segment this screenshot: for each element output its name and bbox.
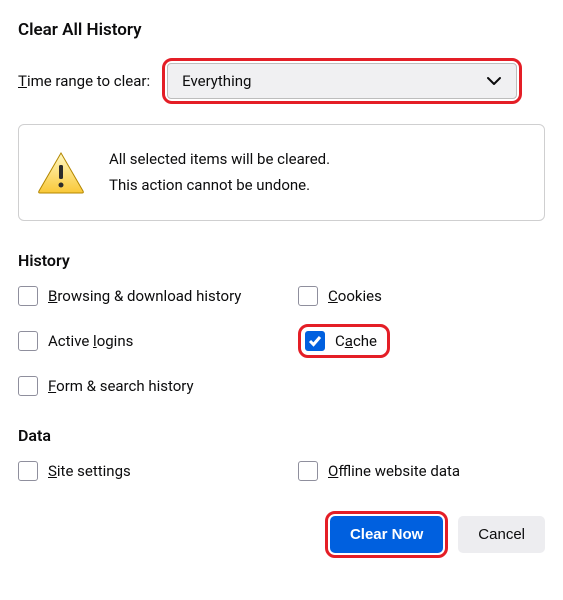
warning-icon — [37, 151, 85, 195]
history-checkbox-grid: Browsing & download history Cookies Acti… — [18, 286, 545, 396]
chevron-down-icon — [486, 73, 502, 89]
site-settings-label: Site settings — [48, 462, 131, 480]
checkmark-icon — [308, 334, 322, 348]
history-section-title: History — [18, 251, 545, 270]
clear-now-highlight: Clear Now — [325, 511, 448, 558]
clear-now-button[interactable]: Clear Now — [330, 516, 443, 553]
cookies-item[interactable]: Cookies — [298, 286, 545, 306]
warning-box: All selected items will be cleared. This… — [18, 124, 545, 221]
cookies-label: Cookies — [328, 287, 382, 305]
warning-line1: All selected items will be cleared. — [109, 147, 330, 173]
browsing-history-checkbox[interactable] — [18, 286, 38, 306]
active-logins-label: Active logins — [48, 332, 133, 350]
cancel-button[interactable]: Cancel — [458, 516, 545, 553]
data-checkbox-grid: Site settings Offline website data — [18, 461, 545, 481]
dialog-title: Clear All History — [18, 20, 545, 40]
cookies-checkbox[interactable] — [298, 286, 318, 306]
browsing-history-label: Browsing & download history — [48, 287, 241, 305]
warning-text: All selected items will be cleared. This… — [109, 147, 330, 198]
active-logins-item[interactable]: Active logins — [18, 324, 298, 358]
cache-checkbox[interactable] — [305, 331, 325, 351]
form-search-item[interactable]: Form & search history — [18, 376, 298, 396]
time-range-highlight: Everything — [162, 58, 522, 104]
time-range-row: Time range to clear: Everything — [18, 58, 545, 104]
cache-item-wrapper: Cache — [298, 324, 545, 358]
browsing-history-item[interactable]: Browsing & download history — [18, 286, 298, 306]
data-section-title: Data — [18, 426, 545, 445]
time-range-select[interactable]: Everything — [167, 63, 517, 99]
time-range-label: Time range to clear: — [18, 72, 150, 90]
active-logins-checkbox[interactable] — [18, 331, 38, 351]
site-settings-item[interactable]: Site settings — [18, 461, 298, 481]
warning-line2: This action cannot be undone. — [109, 173, 330, 199]
cache-highlight: Cache — [298, 324, 390, 358]
time-range-selected: Everything — [182, 72, 251, 90]
cache-label: Cache — [335, 332, 377, 350]
site-settings-checkbox[interactable] — [18, 461, 38, 481]
offline-data-item[interactable]: Offline website data — [298, 461, 545, 481]
form-search-checkbox[interactable] — [18, 376, 38, 396]
form-search-label: Form & search history — [48, 377, 194, 395]
offline-data-checkbox[interactable] — [298, 461, 318, 481]
dialog-buttons: Clear Now Cancel — [18, 511, 545, 558]
offline-data-label: Offline website data — [328, 462, 460, 480]
